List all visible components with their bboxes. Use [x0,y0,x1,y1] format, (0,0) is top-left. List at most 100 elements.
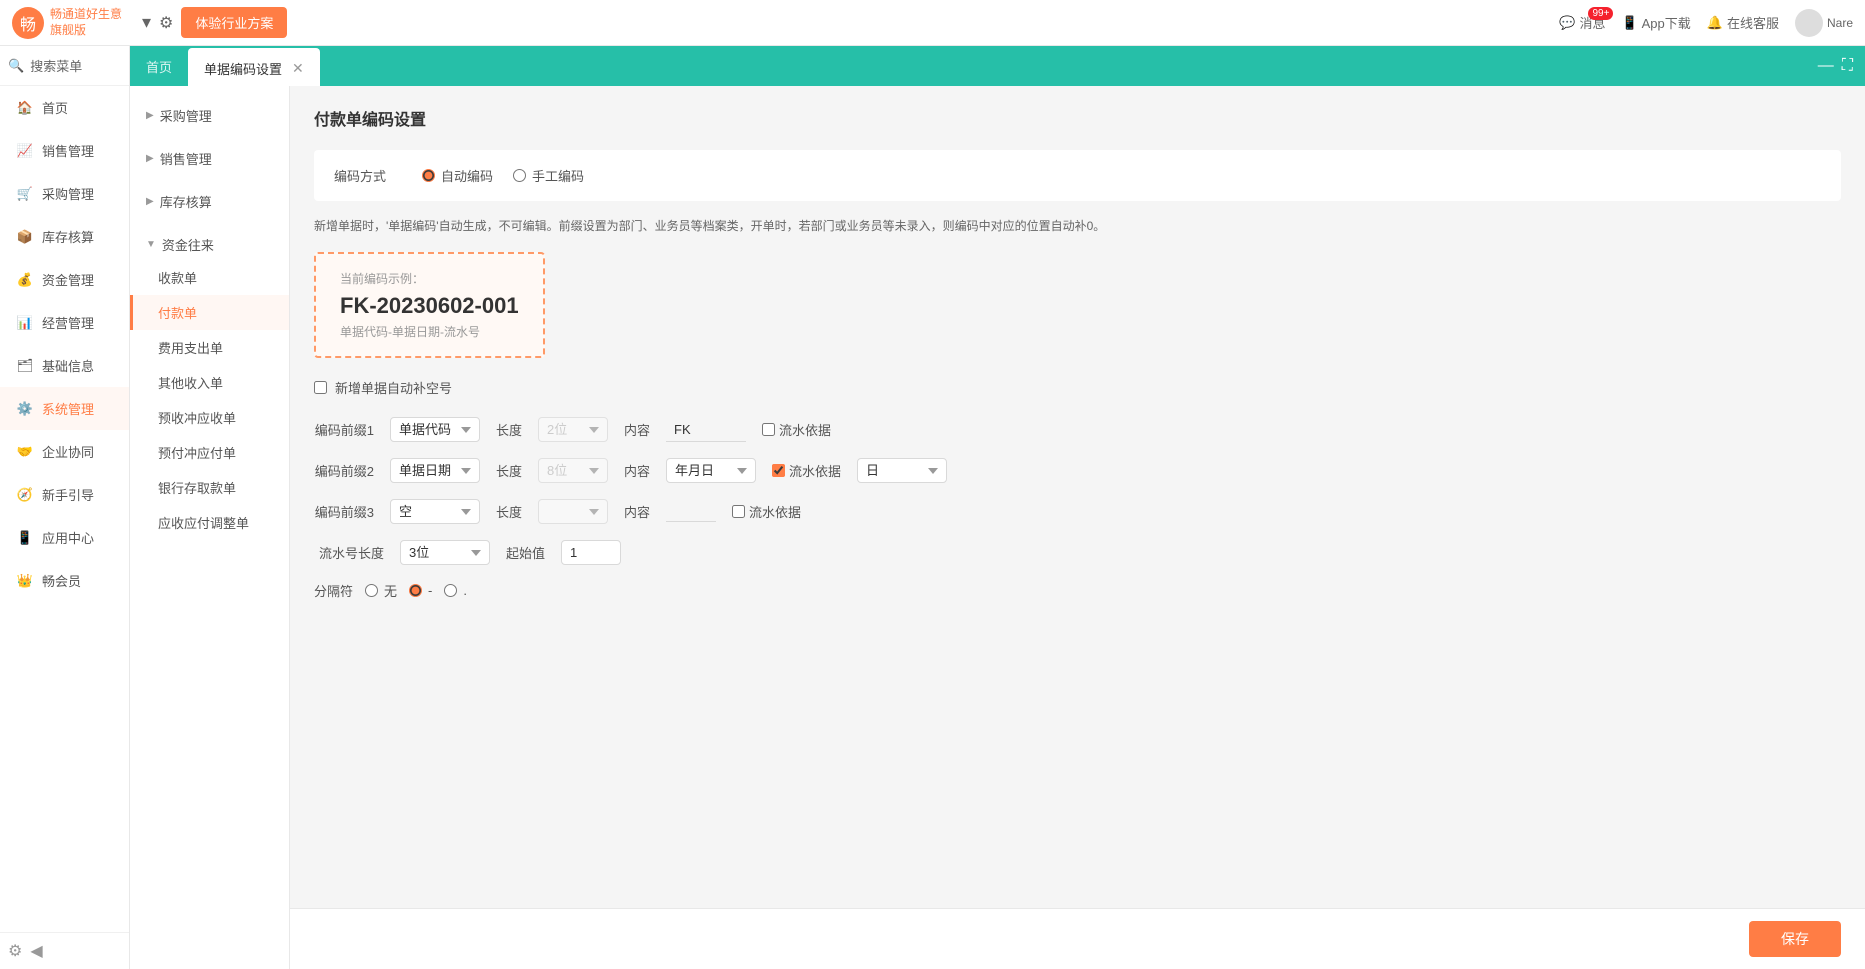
avatar [1795,9,1823,37]
prefix3-serial-checkbox[interactable] [732,505,745,518]
auto-fill-label: 新增单据自动补空号 [335,378,452,397]
sidebar-item-enterprise[interactable]: 🤝 企业协同 [0,430,129,473]
message-icon: 💬 [1559,15,1575,31]
main-layout: 🔍 搜索菜单 🏠 首页 📈 销售管理 🛒 采购管理 📦 库存核算 💰 [0,46,1865,969]
tab-serial-settings[interactable]: 单据编码设置 ✕ [188,48,320,88]
start-value-input[interactable] [561,540,621,565]
settings-bottom-btn[interactable]: ⚙ [8,941,22,961]
sidebar-item-guide[interactable]: 🧭 新手引导 [0,473,129,516]
app-center-icon: 📱 [16,529,34,547]
prefix2-select[interactable]: 单据日期 [390,458,480,483]
topbar: 畅 畅通道好生意 旗舰版 ▾ ⚙ 体验行业方案 💬 消息 99+ 📱 App下载… [0,0,1865,46]
collapse-btn[interactable]: ◀ [30,941,42,961]
nav-item-bank-deposit[interactable]: 银行存取款单 [130,470,289,505]
sidebar-item-member[interactable]: 👑 畅会员 [0,559,129,602]
username: Nare [1827,16,1853,30]
separator-label: 分隔符 [314,581,353,600]
prefix1-select[interactable]: 单据代码 [390,417,480,442]
service-icon: 🔔 [1707,15,1723,31]
nav-group-sales: ▶ 销售管理 [130,137,289,180]
separator-none-radio[interactable] [365,584,378,597]
prefix2-serial-checkbox[interactable] [772,464,785,477]
nav-item-payment[interactable]: 付款单 [130,295,289,330]
separator-dot-radio[interactable] [444,584,457,597]
save-button[interactable]: 保存 [1749,921,1841,957]
arrow-icon: ▶ [146,110,154,121]
message-badge: 99+ [1588,7,1613,20]
logo: 畅 畅通道好生意 旗舰版 [12,7,132,39]
prefix3-length-select[interactable] [538,499,608,524]
sidebar-item-sales[interactable]: 📈 销售管理 [0,129,129,172]
sidebar-item-purchase[interactable]: 🛒 采购管理 [0,172,129,215]
sidebar-search[interactable]: 🔍 搜索菜单 [0,46,129,86]
separator-none-option[interactable]: 无 [365,581,397,600]
message-btn[interactable]: 💬 消息 99+ [1559,13,1605,32]
separator-dot-option[interactable]: . [444,583,467,598]
sidebar: 🔍 搜索菜单 🏠 首页 📈 销售管理 🛒 采购管理 📦 库存核算 💰 [0,46,130,969]
prefix3-serial-checkbox-label[interactable]: 流水依据 [732,502,801,521]
nav-item-prepay-receivable[interactable]: 预收冲应收单 [130,400,289,435]
manual-encoding-option[interactable]: 手工编码 [513,166,584,185]
online-service-btn[interactable]: 🔔 在线客服 [1707,13,1779,32]
auto-encoding-radio[interactable] [422,169,435,182]
trial-button[interactable]: 体验行业方案 [181,7,287,38]
prefix1-length-label: 长度 [496,420,522,439]
prefix2-length-select[interactable]: 8位 [538,458,608,483]
user-area[interactable]: Nare [1795,9,1853,37]
app-download-btn[interactable]: 📱 App下载 [1621,13,1690,32]
prefix1-serial-checkbox[interactable] [762,423,775,436]
inventory-icon: 📦 [16,228,34,246]
sidebar-item-system[interactable]: ⚙️ 系统管理 [0,387,129,430]
operations-icon: 📊 [16,314,34,332]
tab-maximize-btn[interactable]: ⛶ [1842,57,1853,75]
encoding-method-label: 编码方式 [334,166,386,185]
tab-home[interactable]: 首页 [130,46,188,86]
prefix3-select[interactable]: 空 [390,499,480,524]
sidebar-item-inventory[interactable]: 📦 库存核算 [0,215,129,258]
separator-hyphen-radio[interactable] [409,584,422,597]
page-title: 付款单编码设置 [314,106,1841,130]
auto-fill-checkbox[interactable] [314,381,327,394]
tabbar: 首页 单据编码设置 ✕ — ⛶ [130,46,1865,86]
nav-group-finance-title[interactable]: ▼ 资金往来 [130,229,289,260]
nav-item-expense[interactable]: 费用支出单 [130,330,289,365]
inner-layout: ▶ 采购管理 ▶ 销售管理 ▶ 库存核算 [130,86,1865,969]
auto-fill-row: 新增单据自动补空号 [314,378,1841,397]
prefix3-content-input[interactable] [666,502,716,522]
serial-length-select[interactable]: 3位 [400,540,490,565]
right-panel: 首页 单据编码设置 ✕ — ⛶ ▶ 采购管理 [130,46,1865,969]
prefix2-serial-checkbox-label[interactable]: 流水依据 [772,461,841,480]
preview-desc: 单据代码-单据日期-流水号 [340,323,519,340]
separator-row: 分隔符 无 - . [314,581,1841,600]
prefix3-row: 编码前缀3 空 长度 内容 流水依据 [314,499,1841,524]
sidebar-item-finance[interactable]: 💰 资金管理 [0,258,129,301]
nav-group-inventory-title[interactable]: ▶ 库存核算 [130,186,289,217]
arrow-icon: ▶ [146,196,154,207]
prefix2-period-select[interactable]: 日 月 年 [857,458,947,483]
prefix2-content-select[interactable]: 年月日 [666,458,756,483]
sidebar-item-basic[interactable]: 🗂 基础信息 [0,344,129,387]
sidebar-item-home[interactable]: 🏠 首页 [0,86,129,129]
logo-text: 畅通道好生意 旗舰版 [50,7,122,38]
topbar-settings-btn[interactable]: ⚙ [159,13,173,33]
prefix2-content-label: 内容 [624,461,650,480]
separator-hyphen-option[interactable]: - [409,583,432,598]
serial-length-label: 流水号长度 [314,543,384,562]
nav-item-other-income[interactable]: 其他收入单 [130,365,289,400]
tab-minimize-btn[interactable]: — [1818,57,1834,75]
auto-encoding-option[interactable]: 自动编码 [422,166,493,185]
prefix1-length-select[interactable]: 2位 [538,417,608,442]
sidebar-item-app[interactable]: 📱 应用中心 [0,516,129,559]
sidebar-item-operations[interactable]: 📊 经营管理 [0,301,129,344]
nav-item-receipt[interactable]: 收款单 [130,260,289,295]
tab-close-btn[interactable]: ✕ [292,60,304,77]
topbar-dropdown-btn[interactable]: ▾ [142,12,151,33]
prefix1-serial-checkbox-label[interactable]: 流水依据 [762,420,831,439]
nav-item-receivable-adjust[interactable]: 应收应付调整单 [130,505,289,540]
manual-encoding-radio[interactable] [513,169,526,182]
nav-group-purchase-title[interactable]: ▶ 采购管理 [130,100,289,131]
nav-group-sales-title[interactable]: ▶ 销售管理 [130,143,289,174]
app-icon: 📱 [1621,15,1637,31]
nav-item-prepay-payable[interactable]: 预付冲应付单 [130,435,289,470]
encoding-method-section: 编码方式 自动编码 手工编码 [314,150,1841,201]
